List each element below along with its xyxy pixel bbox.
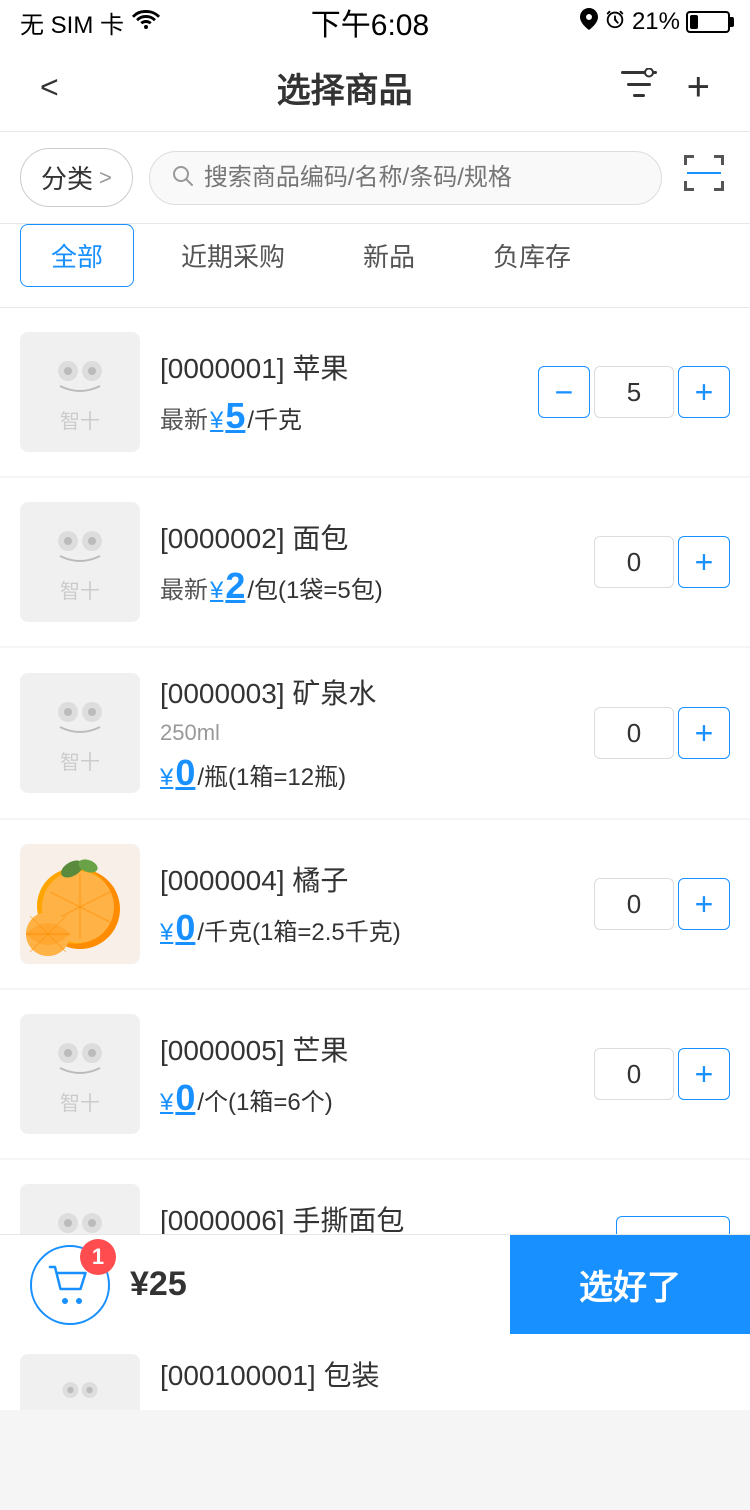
product-thumbnail xyxy=(20,1354,140,1410)
quantity-input[interactable] xyxy=(594,878,674,930)
product-name: [0000005] 芒果 xyxy=(160,1029,574,1069)
add-button[interactable]: + xyxy=(677,55,720,120)
category-button[interactable]: 分类 > xyxy=(20,148,133,207)
quantity-minus-button[interactable]: − xyxy=(538,366,590,418)
filter-icon[interactable] xyxy=(621,68,657,107)
list-item: 智十 [0000001] 苹果 最新 ¥ 5 /千克 − + xyxy=(0,308,750,476)
placeholder-image: 智十 xyxy=(50,692,110,775)
quantity-plus-button[interactable]: + xyxy=(678,878,730,930)
scan-icon[interactable] xyxy=(678,149,730,206)
cart-icon-button[interactable]: 1 xyxy=(30,1245,110,1325)
quantity-control: + xyxy=(594,878,730,930)
wifi-icon xyxy=(132,8,160,36)
list-item: 智十 [0000002] 面包 最新 ¥ 2 /包(1袋=5包) + xyxy=(0,478,750,646)
product-thumbnail xyxy=(20,844,140,964)
placeholder-image: 智十 xyxy=(50,351,110,434)
carrier-label: 无 SIM 卡 xyxy=(20,5,124,40)
tab-row: 全部 近期采购 新品 负库存 xyxy=(0,224,750,308)
cart-section: 1 ¥25 xyxy=(0,1245,510,1325)
status-time: 下午6:08 xyxy=(311,0,429,44)
product-price: ¥ 0 /个(1箱=6个) xyxy=(160,1077,574,1119)
tab-new[interactable]: 新品 xyxy=(332,224,446,287)
product-name: [0000001] 苹果 xyxy=(160,347,518,387)
search-box xyxy=(149,151,662,205)
tab-all[interactable]: 全部 xyxy=(20,224,134,287)
bottom-bar: 1 ¥25 选好了 xyxy=(0,1234,750,1334)
product-info: [0000003] 矿泉水 250ml ¥ 0 /瓶(1箱=12瓶) xyxy=(160,672,574,794)
product-info: [000100001] 包装 xyxy=(160,1354,730,1402)
battery-icon xyxy=(686,11,730,33)
product-info: [0000005] 芒果 ¥ 0 /个(1箱=6个) xyxy=(160,1029,574,1119)
status-left: 无 SIM 卡 xyxy=(20,5,160,40)
product-price: 最新 ¥ 5 /千克 xyxy=(160,395,518,437)
product-price: ¥ 0 /千克(1箱=2.5千克) xyxy=(160,907,574,949)
quantity-plus-button[interactable]: + xyxy=(678,707,730,759)
category-chevron: > xyxy=(99,165,112,191)
quantity-plus-button[interactable]: + xyxy=(678,1048,730,1100)
product-price: ¥ 0 /瓶(1箱=12瓶) xyxy=(160,752,574,794)
quantity-control: + xyxy=(594,707,730,759)
quantity-plus-button[interactable]: + xyxy=(678,536,730,588)
list-item: [000100001] 包装 xyxy=(0,1330,750,1410)
product-price: 最新 ¥ 2 /包(1袋=5包) xyxy=(160,565,574,607)
placeholder-image: 智十 xyxy=(50,1033,110,1116)
quantity-input[interactable] xyxy=(594,536,674,588)
status-bar: 无 SIM 卡 下午6:08 21% xyxy=(0,0,750,44)
product-name: [0000006] 手撕面包 xyxy=(160,1199,596,1239)
cart-badge: 1 xyxy=(80,1239,116,1275)
product-name: [0000003] 矿泉水 xyxy=(160,672,574,712)
product-thumbnail: 智十 xyxy=(20,1014,140,1134)
product-info: [0000001] 苹果 最新 ¥ 5 /千克 xyxy=(160,347,518,437)
nav-left: < xyxy=(30,59,69,116)
quantity-control: + xyxy=(594,1048,730,1100)
product-thumbnail: 智十 xyxy=(20,673,140,793)
category-label: 分类 xyxy=(41,159,93,196)
product-info: [0000002] 面包 最新 ¥ 2 /包(1袋=5包) xyxy=(160,517,574,607)
placeholder-image: 智十 xyxy=(50,521,110,604)
search-icon xyxy=(170,162,194,194)
search-input[interactable] xyxy=(204,164,641,192)
list-item: 智十 [0000003] 矿泉水 250ml ¥ 0 /瓶(1箱=12瓶) + xyxy=(0,648,750,818)
quantity-control: + xyxy=(594,536,730,588)
page-title: 选择商品 xyxy=(277,63,413,112)
product-name: [0000004] 橘子 xyxy=(160,859,574,899)
location-icon xyxy=(580,8,598,37)
quantity-input[interactable] xyxy=(594,707,674,759)
back-button[interactable]: < xyxy=(30,59,69,116)
nav-right: + xyxy=(621,55,720,120)
product-info: [0000004] 橘子 ¥ 0 /千克(1箱=2.5千克) xyxy=(160,859,574,949)
quantity-control: − + xyxy=(538,366,730,418)
product-name: [000100001] 包装 xyxy=(160,1354,730,1394)
nav-bar: < 选择商品 + xyxy=(0,44,750,132)
product-thumbnail: 智十 xyxy=(20,502,140,622)
tab-negative[interactable]: 负库存 xyxy=(462,224,602,287)
list-item: [0000004] 橘子 ¥ 0 /千克(1箱=2.5千克) + xyxy=(0,820,750,988)
filter-row: 分类 > xyxy=(0,132,750,224)
product-thumbnail: 智十 xyxy=(20,332,140,452)
quantity-plus-button[interactable]: + xyxy=(678,366,730,418)
product-spec: 250ml xyxy=(160,720,574,746)
quantity-input[interactable] xyxy=(594,366,674,418)
list-item: 智十 [0000005] 芒果 ¥ 0 /个(1箱=6个) + xyxy=(0,990,750,1158)
quantity-input[interactable] xyxy=(594,1048,674,1100)
status-right: 21% xyxy=(580,8,730,37)
product-name: [0000002] 面包 xyxy=(160,517,574,557)
cart-total: ¥25 xyxy=(130,1265,187,1304)
tab-recent[interactable]: 近期采购 xyxy=(150,224,316,287)
placeholder-image xyxy=(55,1374,105,1410)
alarm-icon xyxy=(604,8,626,37)
confirm-button[interactable]: 选好了 xyxy=(510,1235,750,1334)
battery-percent: 21% xyxy=(632,8,680,36)
